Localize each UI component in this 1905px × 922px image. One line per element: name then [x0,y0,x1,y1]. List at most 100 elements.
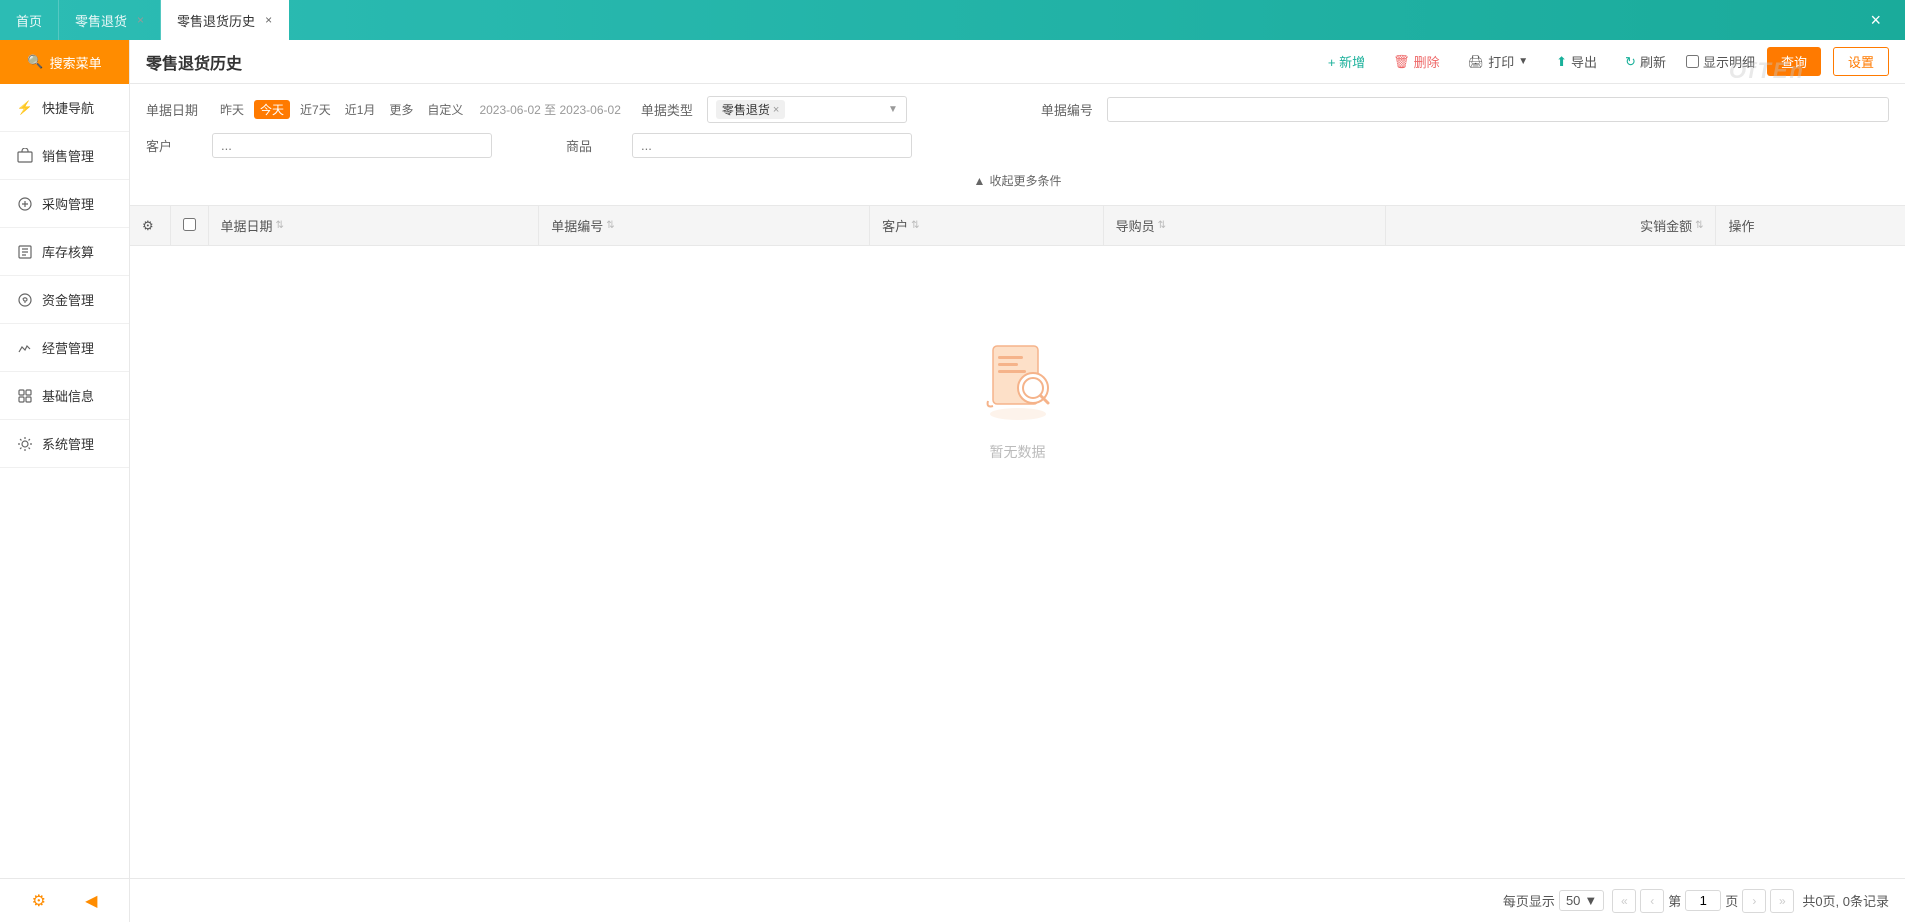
query-button[interactable]: 查询 [1767,47,1821,76]
settings-bottom-icon[interactable]: ⚙ [32,891,46,911]
th-guide[interactable]: 导购员 ⇅ [1103,206,1385,246]
th-customer-label: 客户 [882,216,908,235]
page-size-arrow-icon: ▼ [1584,893,1597,908]
th-settings[interactable]: ⚙ [130,206,170,246]
date-shortcuts: 昨天 今天 近7天 近1月 更多 自定义 [216,100,467,119]
doc-type-select[interactable]: 零售退货 × ▼ [707,96,907,123]
collapse-button-label: 收起更多条件 [989,172,1061,189]
page-size-box[interactable]: 50 ▼ [1559,890,1604,911]
date-more[interactable]: 更多 [385,100,417,119]
pagination: 每页显示 50 ▼ « ‹ 第 页 › » 共0页, 0条记录 [130,878,1905,922]
window-close-button[interactable]: × [1862,10,1889,31]
export-icon: ⬆ [1556,54,1567,70]
main-layout: 🔍 搜索菜单 ⚡ 快捷导航 销售管理 [0,40,1905,922]
table-body: 暂无数据 [130,246,1905,543]
th-checkbox[interactable] [170,206,208,246]
delete-button-label: 删除 [1414,52,1440,71]
tab-retail-return-label: 零售退货 [75,11,127,30]
customer-input[interactable] [212,133,492,158]
print-button-label: 打印 [1488,52,1514,71]
show-detail-checkbox[interactable]: 显示明细 [1686,52,1755,71]
sidebar-item-operations[interactable]: 经营管理 [0,324,129,372]
page-number-input[interactable] [1685,890,1721,911]
sidebar-menu: ⚡ 快捷导航 销售管理 采购管理 [0,84,129,878]
page-next-button[interactable]: › [1742,889,1766,913]
collapse-row: ▲ 收起更多条件 [146,168,1889,193]
print-icon: 🖨 [1468,54,1485,70]
sidebar-item-inventory-label: 库存核算 [42,242,94,261]
show-detail-input[interactable] [1686,55,1699,68]
th-date[interactable]: 单据日期 ⇅ [208,206,539,246]
new-button[interactable]: + 新增 [1320,48,1373,75]
tab-retail-history-close[interactable]: × [265,13,272,27]
collapse-button[interactable]: ▲ 收起更多条件 [962,168,1074,193]
finance-icon [16,291,34,309]
doc-number-label: 单据编号 [1041,100,1101,119]
basic-icon [16,387,34,405]
page-size-value: 50 [1566,893,1580,908]
doc-type-remove[interactable]: × [773,104,779,116]
refresh-button[interactable]: ↻ 刷新 [1617,48,1674,75]
date-today[interactable]: 今天 [254,100,290,119]
sidebar-item-quicknav[interactable]: ⚡ 快捷导航 [0,84,129,132]
sidebar-item-sales[interactable]: 销售管理 [0,132,129,180]
page-last-button[interactable]: » [1770,889,1794,913]
delete-button[interactable]: 🗑 删除 [1385,48,1448,75]
sidebar-item-system[interactable]: 系统管理 [0,420,129,468]
th-date-label: 单据日期 [221,216,273,235]
delete-icon: 🗑 [1393,54,1410,70]
th-action-label: 操作 [1728,219,1754,234]
tab-home[interactable]: 首页 [0,0,59,40]
date-1month[interactable]: 近1月 [341,100,380,119]
goods-input[interactable] [632,133,912,158]
empty-text: 暂无数据 [990,442,1046,462]
sidebar-item-purchase[interactable]: 采购管理 [0,180,129,228]
empty-state: 暂无数据 [130,246,1905,542]
sidebar-item-finance[interactable]: 资金管理 [0,276,129,324]
doc-type-arrow-icon: ▼ [888,104,898,115]
refresh-button-label: 刷新 [1640,52,1666,71]
th-number[interactable]: 单据编号 ⇅ [539,206,870,246]
page-total: 共0页, 0条记录 [1802,891,1889,910]
date-custom[interactable]: 自定义 [423,100,467,119]
sidebar-item-inventory[interactable]: 库存核算 [0,228,129,276]
data-table: ⚙ 单据日期 ⇅ 单据编号 [130,206,1905,542]
tab-retail-return[interactable]: 零售退货 × [59,0,161,40]
th-action: 操作 [1716,206,1905,246]
date-7days[interactable]: 近7天 [296,100,335,119]
sidebar-item-basic-label: 基础信息 [42,386,94,405]
doc-type-value: 零售退货 [722,101,770,118]
sidebar-item-basic[interactable]: 基础信息 [0,372,129,420]
top-bar: 首页 零售退货 × 零售退货历史 × × [0,0,1905,40]
sidebar-search[interactable]: 🔍 搜索菜单 [0,40,129,84]
filter-row-2: 客户 商品 [146,133,1889,158]
page-prev-button[interactable]: ‹ [1640,889,1664,913]
tab-retail-history[interactable]: 零售退货历史 × [161,0,289,40]
tab-retail-return-close[interactable]: × [137,13,144,27]
th-amount[interactable]: 实销金额 ⇅ [1385,206,1716,246]
doc-number-input[interactable] [1107,97,1889,122]
select-all-checkbox[interactable] [183,218,196,231]
date-yesterday[interactable]: 昨天 [216,100,248,119]
filter-row-1: 单据日期 昨天 今天 近7天 近1月 更多 自定义 2023-06-02 至 2… [146,96,1889,123]
sidebar-item-system-label: 系统管理 [42,434,94,453]
th-number-label: 单据编号 [551,216,603,235]
export-button[interactable]: ⬆ 导出 [1548,48,1605,75]
table-settings-icon[interactable]: ⚙ [142,218,154,233]
collapse-sidebar-icon[interactable]: ◀ [85,891,97,911]
tab-home-label: 首页 [16,11,42,30]
settings-button[interactable]: 设置 [1833,47,1889,76]
doc-type-label: 单据类型 [641,100,701,119]
page-size-select: 每页显示 50 ▼ [1503,890,1604,911]
th-amount-label: 实销金额 [1640,216,1692,235]
th-customer[interactable]: 客户 ⇅ [870,206,1104,246]
table-container: ⚙ 单据日期 ⇅ 单据编号 [130,206,1905,878]
th-customer-sort-icon: ⇅ [911,220,919,231]
th-guide-sort-icon: ⇅ [1158,220,1166,231]
date-label: 单据日期 [146,100,206,119]
sidebar-search-label: 搜索菜单 [50,53,102,72]
page-header: 零售退货历史 + 新增 🗑 删除 🖨 打印 ▼ ⬆ 导出 [130,40,1905,84]
print-button[interactable]: 🖨 打印 ▼ [1460,48,1536,75]
operations-icon [16,339,34,357]
page-first-button[interactable]: « [1612,889,1636,913]
